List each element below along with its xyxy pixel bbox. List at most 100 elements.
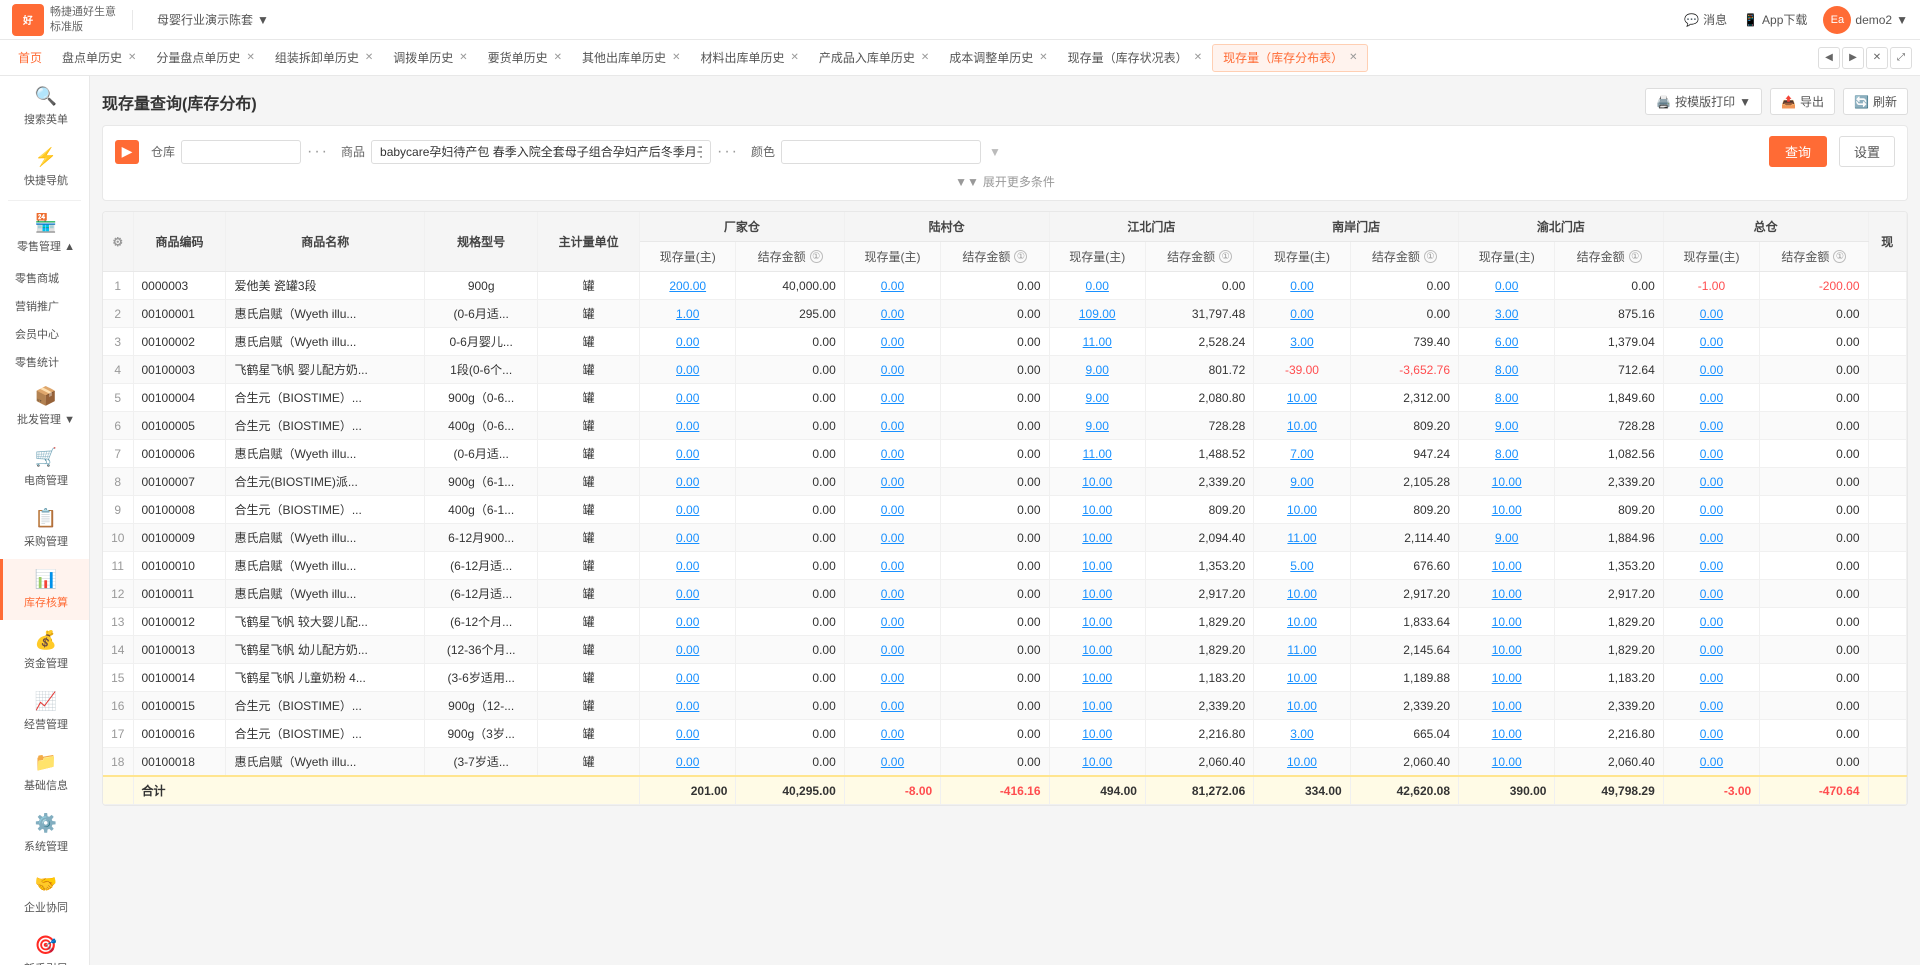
row-jiangbei-qty: 10.00 [1049,636,1145,664]
msg-button[interactable]: 💬 消息 [1684,11,1727,28]
export-button[interactable]: 📤 导出 [1770,88,1835,115]
row-total-qty: 0.00 [1663,468,1759,496]
close-icon[interactable]: ✕ [128,52,136,63]
row-jiangbei-amt: 1,829.20 [1145,608,1253,636]
info-icon[interactable]: ① [1424,250,1437,263]
sidebar-item-quicknav[interactable]: ⚡ 快捷导航 [0,137,89,198]
sidebar-item-ecommerce[interactable]: 🛒 电商管理 [0,437,89,498]
table-row: 9 00100008 合生元（BIOSTIME）... 400g（6-1... … [103,496,1907,524]
warehouse-input[interactable] [181,140,301,164]
close-icon[interactable]: ✕ [459,52,467,63]
tab-home[interactable]: 首页 [8,44,52,72]
goods-ellipsis[interactable]: ··· [717,143,739,161]
info-icon[interactable]: ① [1219,250,1232,263]
nav-next[interactable]: ▶ [1842,47,1864,69]
close-icon[interactable]: ✕ [790,52,798,63]
tab-material-out-history[interactable]: 材料出库单历史 ✕ [690,44,808,72]
nav-expand[interactable]: ⤢ [1890,47,1912,69]
tab-transfer-history[interactable]: 调拨单历史 ✕ [383,44,477,72]
row-total-qty: 0.00 [1663,356,1759,384]
industry-selector[interactable]: 母婴行业演示陈套 ▼ [149,11,277,28]
row-total-qty: 0.00 [1663,440,1759,468]
sidebar-sub-member[interactable]: 会员中心 [0,320,89,348]
sidebar-item-purchase[interactable]: 📋 采购管理 [0,498,89,559]
sidebar-sub-marketing[interactable]: 营销推广 [0,292,89,320]
tab-stock-status[interactable]: 现存量（库存状况表） ✕ [1058,44,1212,72]
tab-order-history[interactable]: 要货单历史 ✕ [478,44,572,72]
row-factory-qty: 0.00 [640,692,736,720]
row-nanan-amt: 0.00 [1350,300,1458,328]
close-icon[interactable]: ✕ [921,52,929,63]
info-icon[interactable]: ① [1833,250,1846,263]
sidebar-item-basic[interactable]: 📁 基础信息 [0,742,89,803]
close-icon[interactable]: ✕ [554,52,562,63]
close-icon[interactable]: ✕ [246,52,254,63]
sidebar-item-system[interactable]: ⚙️ 系统管理 [0,803,89,864]
close-icon[interactable]: ✕ [1194,52,1202,63]
row-factory-amt: 0.00 [736,524,844,552]
expand-button[interactable]: ▼▼ 展开更多条件 [115,173,1895,190]
collapse-arrow[interactable]: ▶ [115,140,139,164]
tab-other-out-history[interactable]: 其他出库单历史 ✕ [572,44,690,72]
sidebar-item-retail-mgmt[interactable]: 🏪 零售管理 ▲ [0,203,89,264]
row-unit: 罐 [538,524,640,552]
top-bar: 好 畅捷通好生意 标准版 母婴行业演示陈套 ▼ 💬 消息 📱 App下载 Ea … [0,0,1920,40]
gear-icon[interactable]: ⚙ [112,235,123,249]
tab-inventory-history[interactable]: 盘点单历史 ✕ [52,44,146,72]
info-icon[interactable]: ① [1014,250,1027,263]
sidebar-item-inventory[interactable]: 📊 库存核算 [0,559,89,620]
sidebar-item-guide[interactable]: 🎯 新手引导 [0,925,89,965]
col-gear[interactable]: ⚙ [103,212,133,272]
tab-cost-adjust-history[interactable]: 成本调整单历史 ✕ [939,44,1057,72]
sidebar-sub-retail-stats[interactable]: 零售统计 [0,348,89,376]
tab-split-history[interactable]: 分量盘点单历史 ✕ [146,44,264,72]
tab-product-in-history[interactable]: 产成品入库单历史 ✕ [809,44,939,72]
close-icon[interactable]: ✕ [1349,52,1357,63]
setting-button[interactable]: 设置 [1839,136,1895,167]
warehouse-ellipsis[interactable]: ··· [307,143,329,161]
query-button[interactable]: 查询 [1769,136,1827,167]
row-yubei-amt: 875.16 [1555,300,1663,328]
info-icon[interactable]: ① [1629,250,1642,263]
user-avatar-area[interactable]: Ea demo2 ▼ [1823,6,1908,34]
row-total-qty: 0.00 [1663,580,1759,608]
goods-input[interactable] [371,140,711,164]
print-button[interactable]: 🖨️ 按模版打印 ▼ [1645,88,1762,115]
sidebar-item-ops[interactable]: 📈 经营管理 [0,681,89,742]
finance-icon: 💰 [35,630,57,651]
sidebar-item-finance[interactable]: 💰 资金管理 [0,620,89,681]
row-factory-qty: 0.00 [640,356,736,384]
inventory-icon: 📊 [35,569,57,590]
sidebar-item-wholesale[interactable]: 📦 批发管理 ▼ [0,376,89,437]
info-icon[interactable]: ① [810,250,823,263]
sidebar-sub-retail-mall[interactable]: 零售商城 [0,264,89,292]
nav-close-all[interactable]: ✕ [1866,47,1888,69]
nav-prev[interactable]: ◀ [1818,47,1840,69]
row-lucun-qty: 0.00 [844,384,940,412]
row-yubei-qty: 8.00 [1459,356,1555,384]
row-lucun-amt: 0.00 [941,272,1049,300]
close-icon[interactable]: ✕ [1039,52,1047,63]
sidebar-item-enterprise[interactable]: 🤝 企业协同 [0,864,89,925]
row-yubei-amt: 2,060.40 [1555,748,1663,777]
row-jiangbei-amt: 1,183.20 [1145,664,1253,692]
color-dropdown-icon: ▼ [989,145,1001,159]
sidebar-item-search[interactable]: 🔍 搜索英单 [0,76,89,137]
table-row: 5 00100004 合生元（BIOSTIME）... 900g（0-6... … [103,384,1907,412]
row-total-amt: 0.00 [1760,524,1868,552]
table-row: 18 00100018 惠氏启赋（Wyeth illu... (3-7岁适...… [103,748,1907,777]
close-icon[interactable]: ✕ [365,52,373,63]
app-download-button[interactable]: 📱 App下载 [1743,11,1807,28]
tab-assembly-history[interactable]: 组装拆卸单历史 ✕ [265,44,383,72]
close-icon[interactable]: ✕ [672,52,680,63]
summary-nanan-amt: 42,620.08 [1350,776,1458,805]
row-yubei-amt: 1,849.60 [1555,384,1663,412]
row-code: 00100016 [133,720,226,748]
row-jiangbei-qty: 10.00 [1049,748,1145,777]
color-input[interactable] [781,140,981,164]
row-lucun-amt: 0.00 [941,552,1049,580]
refresh-button[interactable]: 🔄 刷新 [1843,88,1908,115]
warehouse-filter: 仓库 ··· [151,140,329,164]
tab-stock-distribution[interactable]: 现存量（库存分布表） ✕ [1212,44,1368,72]
row-name: 合生元（BIOSTIME）... [226,496,425,524]
